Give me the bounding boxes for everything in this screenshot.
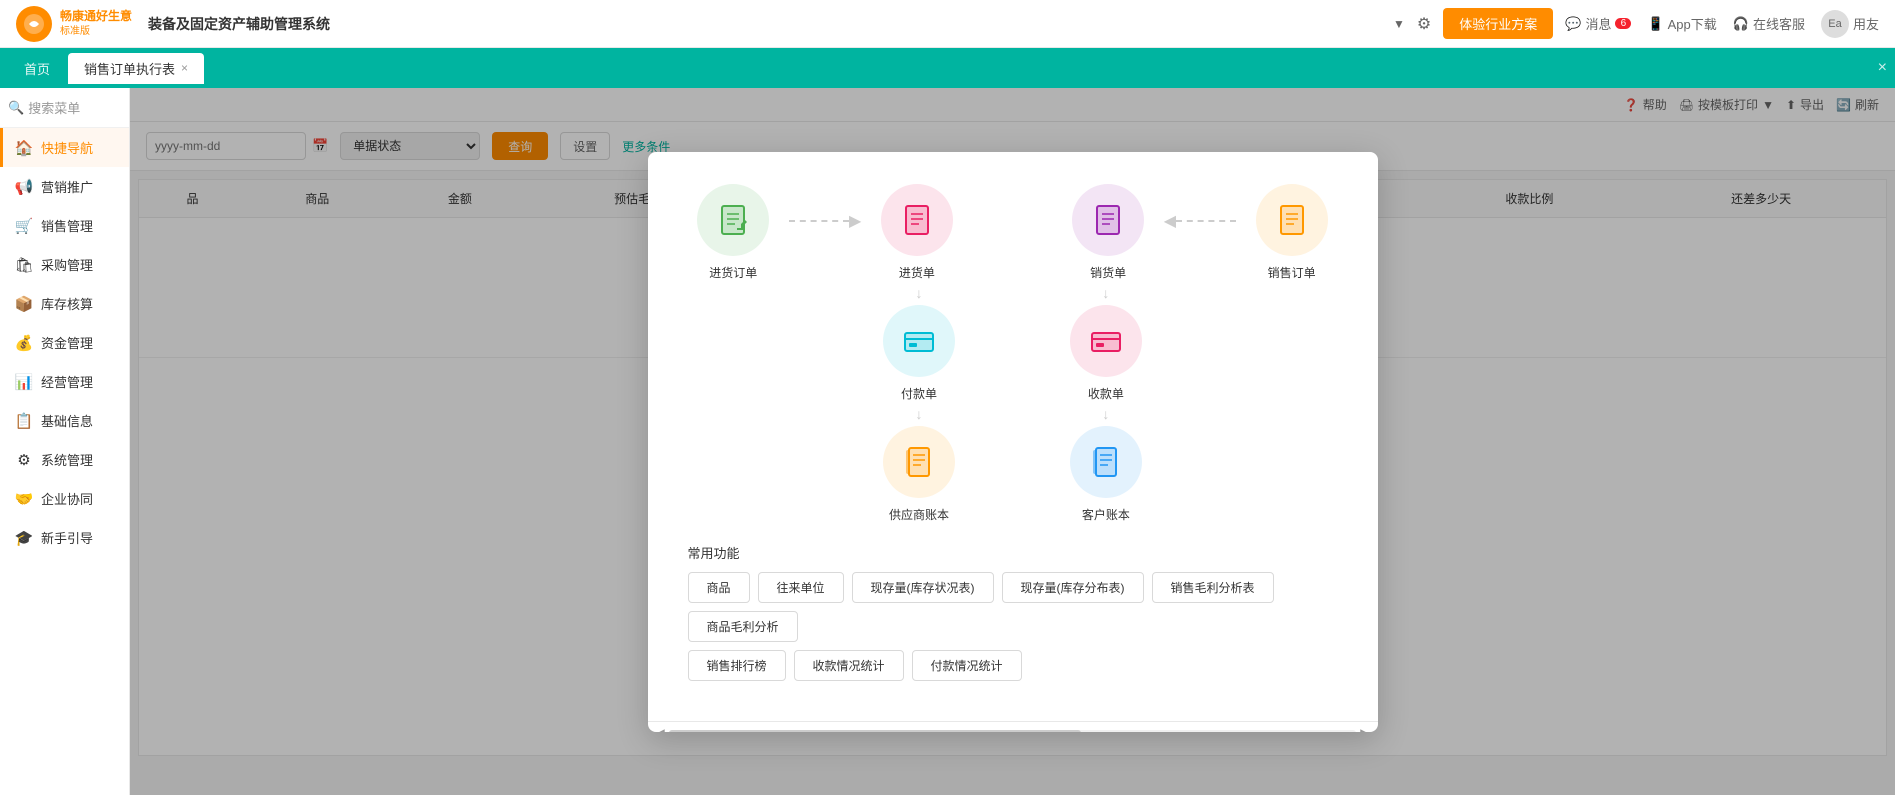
flow-node-sales-order[interactable]: 销售订单: [1256, 184, 1328, 281]
sidebar-item-quick-nav[interactable]: 🏠 快捷导航: [0, 128, 129, 167]
tab-close-icon[interactable]: ×: [181, 61, 188, 75]
btn-stock-dist[interactable]: 现存量(库存分布表): [1002, 572, 1144, 603]
marketing-icon: 📢: [15, 178, 33, 196]
receipt-icon: [1070, 305, 1142, 377]
sidebar-item-system[interactable]: ⚙ 系统管理: [0, 440, 129, 479]
common-buttons-row2: 销售排行榜 收款情况统计 付款情况统计: [688, 650, 1338, 681]
sidebar-item-base-info[interactable]: 📋 基础信息: [0, 401, 129, 440]
sidebar: 🔍 搜索菜单 🏠 快捷导航 📢 营销推广 🛒 销售管理 🛍 采购管理 📦 库存核…: [0, 88, 130, 795]
customer-ledger-icon: [1070, 426, 1142, 498]
scroll-track: [669, 730, 1357, 732]
sidebar-item-newbie[interactable]: 🎓 新手引导: [0, 518, 129, 557]
nav-tabs: 首页 销售订单执行表 × ×: [0, 48, 1895, 88]
sidebar-item-operation[interactable]: 📊 经营管理: [0, 362, 129, 401]
sidebar-search[interactable]: 🔍 搜索菜单: [0, 88, 129, 128]
payment-icon: [883, 305, 955, 377]
system-title: 装备及固定资产辅助管理系统: [148, 14, 1381, 34]
sidebar-item-purchase[interactable]: 🛍 采购管理: [0, 245, 129, 284]
btn-sales-margin[interactable]: 销售毛利分析表: [1152, 572, 1274, 603]
purchase-icon: 🛍: [15, 256, 33, 274]
sidebar-item-marketing[interactable]: 📢 营销推广: [0, 167, 129, 206]
sidebar-item-inventory[interactable]: 📦 库存核算: [0, 284, 129, 323]
sales-icon: 🛒: [15, 217, 33, 235]
top-right-area: 💬 消息 6 📱 App下载 🎧 在线客服 Ea 用友: [1565, 10, 1879, 38]
base-info-icon: 📋: [15, 412, 33, 430]
sales-order-icon: [1256, 184, 1328, 256]
top-bar: 畅康通好生意 标准版 装备及固定资产辅助管理系统 ▼ ⚙ 体验行业方案 💬 消息…: [0, 0, 1895, 48]
message-icon: 💬: [1565, 16, 1581, 32]
flow-node-payment[interactable]: 付款单: [883, 305, 955, 402]
btn-product-margin[interactable]: 商品毛利分析: [688, 611, 798, 642]
supplier-ledger-icon: [883, 426, 955, 498]
main-layout: 🔍 搜索菜单 🏠 快捷导航 📢 营销推广 🛒 销售管理 🛍 采购管理 📦 库存核…: [0, 88, 1895, 795]
flow-dialog: 进货订单 ▶ 进货单: [648, 152, 1378, 732]
search-icon: 🔍: [8, 100, 24, 116]
tab-sales-order[interactable]: 销售订单执行表 ×: [68, 53, 204, 84]
service-icon: 🎧: [1733, 16, 1749, 32]
common-functions-section: 常用功能 商品 往来单位 现存量(库存状况表) 现存量(库存分布表) 销售毛利分…: [688, 543, 1338, 681]
inventory-icon: 📦: [15, 295, 33, 313]
message-button[interactable]: 💬 消息 6: [1565, 14, 1631, 33]
common-functions-title: 常用功能: [688, 543, 1338, 562]
purchase-order-icon: [697, 184, 769, 256]
btn-payment-stats[interactable]: 付款情况统计: [912, 650, 1022, 681]
sidebar-item-sales[interactable]: 🛒 销售管理: [0, 206, 129, 245]
sidebar-item-enterprise[interactable]: 🤝 企业协同: [0, 479, 129, 518]
logo-text: 畅康通好生意 标准版: [60, 9, 132, 38]
mobile-icon: 📱: [1647, 16, 1663, 32]
trial-button[interactable]: 体验行业方案: [1443, 8, 1553, 39]
avatar: Ea: [1821, 10, 1849, 38]
operation-icon: 📊: [15, 373, 33, 391]
flow-node-supplier-ledger[interactable]: 供应商账本: [883, 426, 955, 523]
enterprise-icon: 🤝: [15, 490, 33, 508]
system-icon: ⚙: [15, 451, 33, 469]
sales-bill-icon: [1072, 184, 1144, 256]
capital-icon: 💰: [15, 334, 33, 352]
dialog-overlay: 进货订单 ▶ 进货单: [130, 88, 1895, 795]
btn-receipt-stats[interactable]: 收款情况统计: [794, 650, 904, 681]
btn-stock-status[interactable]: 现存量(库存状况表): [852, 572, 994, 603]
common-buttons-row1: 商品 往来单位 现存量(库存状况表) 现存量(库存分布表) 销售毛利分析表 商品…: [688, 572, 1338, 642]
content-area: ❓ 帮助 🖨 按模板打印 ▼ ⬆ 导出 🔄 刷新 📅: [130, 88, 1895, 795]
sidebar-item-capital[interactable]: 💰 资金管理: [0, 323, 129, 362]
newbie-icon: 🎓: [15, 529, 33, 547]
home-icon: 🏠: [15, 139, 33, 157]
btn-sales-rank[interactable]: 销售排行榜: [688, 650, 786, 681]
system-dropdown-icon[interactable]: ▼: [1393, 17, 1405, 31]
btn-partner[interactable]: 往来单位: [758, 572, 844, 603]
scroll-left-icon[interactable]: ◀: [656, 726, 665, 732]
logo-area: 畅康通好生意 标准版: [16, 6, 136, 42]
close-all-tabs-icon[interactable]: ×: [1878, 59, 1887, 77]
flow-node-customer-ledger[interactable]: 客户账本: [1070, 426, 1142, 523]
message-badge: 6: [1615, 18, 1631, 29]
app-download-button[interactable]: 📱 App下载: [1647, 14, 1716, 33]
tab-home[interactable]: 首页: [8, 53, 66, 84]
flow-node-sales-bill[interactable]: 销货单: [1072, 184, 1144, 281]
flow-node-purchase-order[interactable]: 进货订单: [697, 184, 769, 281]
online-service-button[interactable]: 🎧 在线客服: [1733, 14, 1805, 33]
btn-product[interactable]: 商品: [688, 572, 750, 603]
scroll-thumb[interactable]: [669, 730, 1082, 732]
logo-icon: [16, 6, 52, 42]
user-area[interactable]: Ea 用友: [1821, 10, 1879, 38]
flow-node-receipt[interactable]: 收款单: [1070, 305, 1142, 402]
scroll-indicator: ◀ ▶: [648, 721, 1378, 732]
purchase-bill-icon: [881, 184, 953, 256]
flow-node-purchase-bill[interactable]: 进货单: [881, 184, 953, 281]
scroll-right-icon[interactable]: ▶: [1360, 726, 1369, 732]
settings-icon[interactable]: ⚙: [1417, 14, 1431, 34]
